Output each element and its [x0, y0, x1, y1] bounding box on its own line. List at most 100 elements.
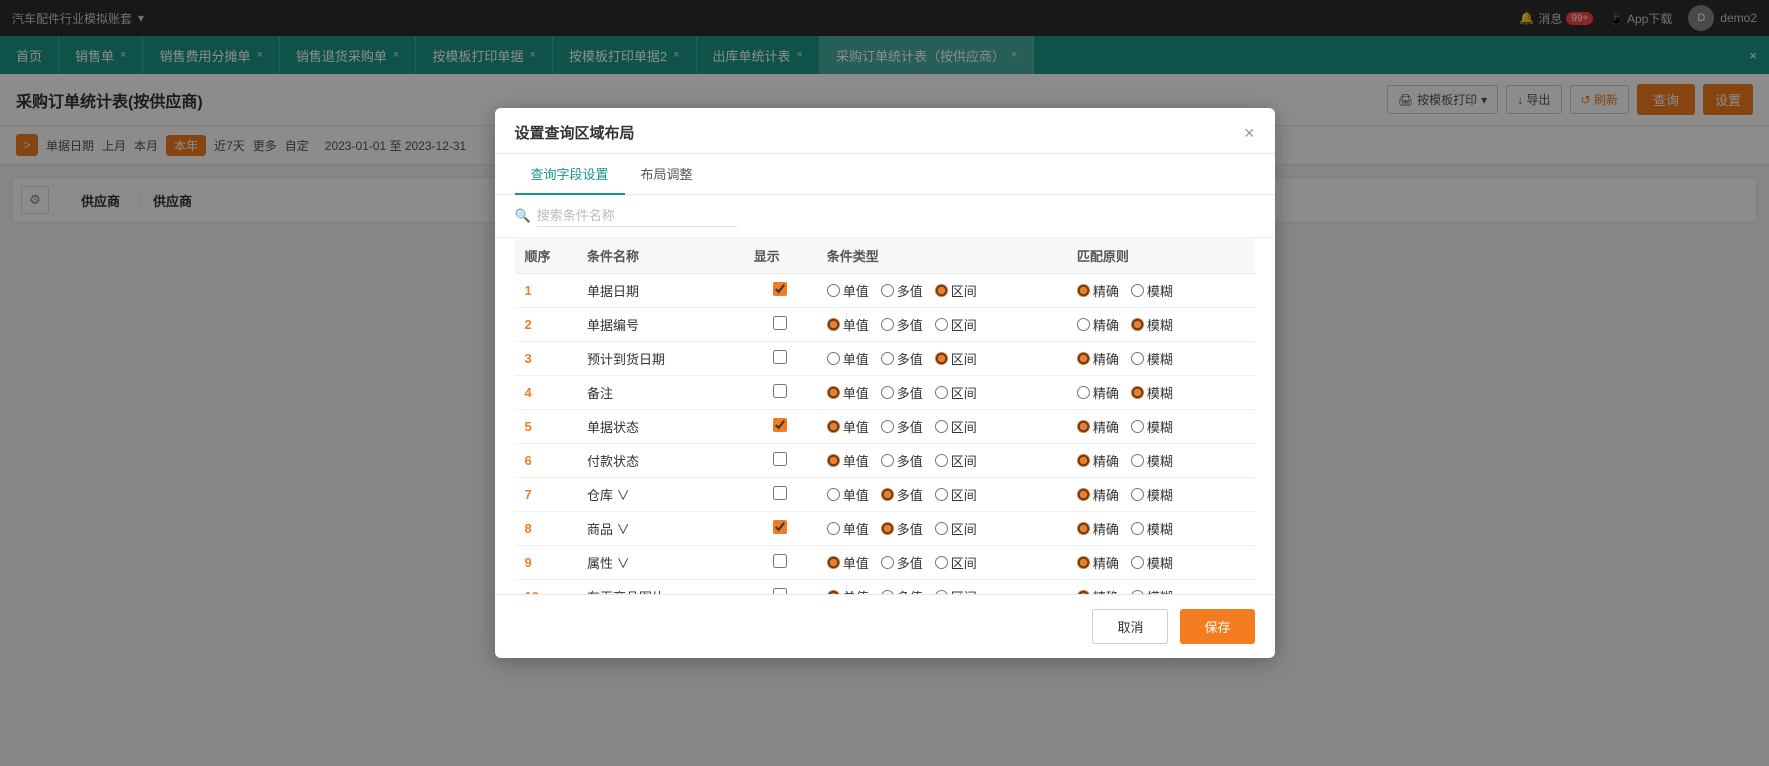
table-row: 10有无商品图片单值多值区间精确模糊	[515, 580, 1255, 595]
row-match-option-精确[interactable]: 精确	[1077, 349, 1119, 368]
row-type-option-区间[interactable]: 区间	[935, 451, 977, 470]
row-match-option-精确[interactable]: 精确	[1077, 417, 1119, 436]
row-match-option-模糊[interactable]: 模糊	[1131, 349, 1173, 368]
col-header-type: 条件类型	[817, 238, 1067, 274]
row-type-option-多值[interactable]: 多值	[881, 417, 923, 436]
tab-layout[interactable]: 布局调整	[625, 154, 709, 195]
row-type-option-单值[interactable]: 单值	[827, 587, 869, 594]
row-display-checkbox[interactable]	[773, 384, 787, 398]
modal-table-body-rows: 1单据日期单值多值区间精确模糊2单据编号单值多值区间精确模糊3预计到货日期单值多…	[515, 274, 1255, 594]
row-type-option-单值[interactable]: 单值	[827, 451, 869, 470]
row-type-option-单值[interactable]: 单值	[827, 349, 869, 368]
modal-title: 设置查询区域布局	[515, 122, 635, 143]
row-type-option-区间[interactable]: 区间	[935, 281, 977, 300]
row-match-option-精确[interactable]: 精确	[1077, 451, 1119, 470]
row-condition-name: 单据状态	[587, 420, 639, 435]
row-type-group: 单值多值区间	[827, 417, 1057, 436]
row-match-option-模糊[interactable]: 模糊	[1131, 315, 1173, 334]
row-display-checkbox[interactable]	[773, 350, 787, 364]
row-type-group: 单值多值区间	[827, 349, 1057, 368]
row-match-option-精确[interactable]: 精确	[1077, 281, 1119, 300]
row-type-option-区间[interactable]: 区间	[935, 519, 977, 538]
row-type-option-区间[interactable]: 区间	[935, 587, 977, 594]
row-match-group: 精确模糊	[1077, 281, 1245, 300]
table-row: 7 仓库 ∨ 单值多值区间 精确模糊	[515, 478, 1255, 512]
row-condition-name: 仓库 ∨	[587, 488, 630, 503]
row-type-option-多值[interactable]: 多值	[881, 485, 923, 504]
row-type-option-单值[interactable]: 单值	[827, 383, 869, 402]
save-button[interactable]: 保存	[1180, 609, 1254, 644]
row-condition-name: 属性 ∨	[587, 556, 630, 571]
row-match-option-模糊[interactable]: 模糊	[1131, 519, 1173, 538]
tab-query-fields-label: 查询字段设置	[531, 167, 609, 182]
row-match-option-精确[interactable]: 精确	[1077, 485, 1119, 504]
row-match-option-精确[interactable]: 精确	[1077, 315, 1119, 334]
search-icon: 🔍	[515, 208, 531, 224]
row-type-option-区间[interactable]: 区间	[935, 553, 977, 572]
col-header-name: 条件名称	[577, 238, 744, 274]
row-match-option-模糊[interactable]: 模糊	[1131, 587, 1173, 594]
row-match-option-模糊[interactable]: 模糊	[1131, 281, 1173, 300]
row-display-checkbox[interactable]	[773, 282, 787, 296]
row-type-option-多值[interactable]: 多值	[881, 315, 923, 334]
modal-table: 顺序 条件名称 显示 条件类型 匹配原则	[515, 238, 1255, 274]
row-display-checkbox[interactable]	[773, 452, 787, 466]
row-type-option-多值[interactable]: 多值	[881, 281, 923, 300]
row-order-num: 7	[525, 487, 532, 502]
row-type-option-单值[interactable]: 单值	[827, 485, 869, 504]
row-match-group: 精确模糊	[1077, 451, 1245, 470]
row-display-checkbox[interactable]	[773, 418, 787, 432]
row-order-num: 6	[525, 453, 532, 468]
row-type-option-多值[interactable]: 多值	[881, 383, 923, 402]
table-row: 3预计到货日期单值多值区间精确模糊	[515, 342, 1255, 376]
modal-header: 设置查询区域布局 ×	[495, 108, 1275, 154]
row-match-option-模糊[interactable]: 模糊	[1131, 553, 1173, 572]
row-match-option-模糊[interactable]: 模糊	[1131, 417, 1173, 436]
row-match-option-模糊[interactable]: 模糊	[1131, 485, 1173, 504]
row-type-group: 单值多值区间	[827, 383, 1057, 402]
row-type-option-单值[interactable]: 单值	[827, 281, 869, 300]
save-label: 保存	[1204, 620, 1230, 635]
search-input[interactable]	[537, 205, 737, 227]
row-type-option-多值[interactable]: 多值	[881, 349, 923, 368]
search-box: 🔍	[495, 195, 1275, 238]
cancel-button[interactable]: 取消	[1092, 609, 1168, 644]
row-type-option-单值[interactable]: 单值	[827, 553, 869, 572]
table-row: 8商品 ∨单值多值区间精确模糊	[515, 512, 1255, 546]
tab-query-fields[interactable]: 查询字段设置	[515, 154, 625, 195]
col-header-match: 匹配原则	[1067, 238, 1255, 274]
row-type-option-区间[interactable]: 区间	[935, 485, 977, 504]
row-match-option-模糊[interactable]: 模糊	[1131, 383, 1173, 402]
row-display-checkbox[interactable]	[773, 316, 787, 330]
row-match-option-精确[interactable]: 精确	[1077, 519, 1119, 538]
row-display-checkbox[interactable]	[773, 520, 787, 534]
row-type-option-单值[interactable]: 单值	[827, 417, 869, 436]
row-type-option-单值[interactable]: 单值	[827, 315, 869, 334]
row-match-group: 精确模糊	[1077, 553, 1245, 572]
row-type-option-多值[interactable]: 多值	[881, 519, 923, 538]
row-order-num: 9	[525, 555, 532, 570]
settings-modal: 设置查询区域布局 × 查询字段设置 布局调整 🔍 顺序	[495, 108, 1275, 658]
row-type-option-单值[interactable]: 单值	[827, 519, 869, 538]
modal-overlay: 设置查询区域布局 × 查询字段设置 布局调整 🔍 顺序	[0, 0, 1769, 766]
row-order-num: 4	[525, 385, 532, 400]
row-type-option-区间[interactable]: 区间	[935, 315, 977, 334]
row-match-option-精确[interactable]: 精确	[1077, 587, 1119, 594]
row-type-option-区间[interactable]: 区间	[935, 417, 977, 436]
row-order-num: 5	[525, 419, 532, 434]
row-type-option-多值[interactable]: 多值	[881, 451, 923, 470]
row-type-option-区间[interactable]: 区间	[935, 383, 977, 402]
row-display-checkbox[interactable]	[773, 554, 787, 568]
row-type-option-多值[interactable]: 多值	[881, 553, 923, 572]
row-condition-name: 单据编号	[587, 318, 639, 333]
row-match-option-模糊[interactable]: 模糊	[1131, 451, 1173, 470]
row-type-option-区间[interactable]: 区间	[935, 349, 977, 368]
table-row: 9 属性 ∨ 单值多值区间 精确模糊	[515, 546, 1255, 580]
row-match-option-精确[interactable]: 精确	[1077, 383, 1119, 402]
modal-table-header-wrap: 顺序 条件名称 显示 条件类型 匹配原则	[495, 238, 1275, 274]
modal-close-button[interactable]: ×	[1244, 124, 1255, 142]
row-match-option-精确[interactable]: 精确	[1077, 553, 1119, 572]
row-display-checkbox[interactable]	[773, 486, 787, 500]
col-header-order: 顺序	[515, 238, 578, 274]
row-type-option-多值[interactable]: 多值	[881, 587, 923, 594]
